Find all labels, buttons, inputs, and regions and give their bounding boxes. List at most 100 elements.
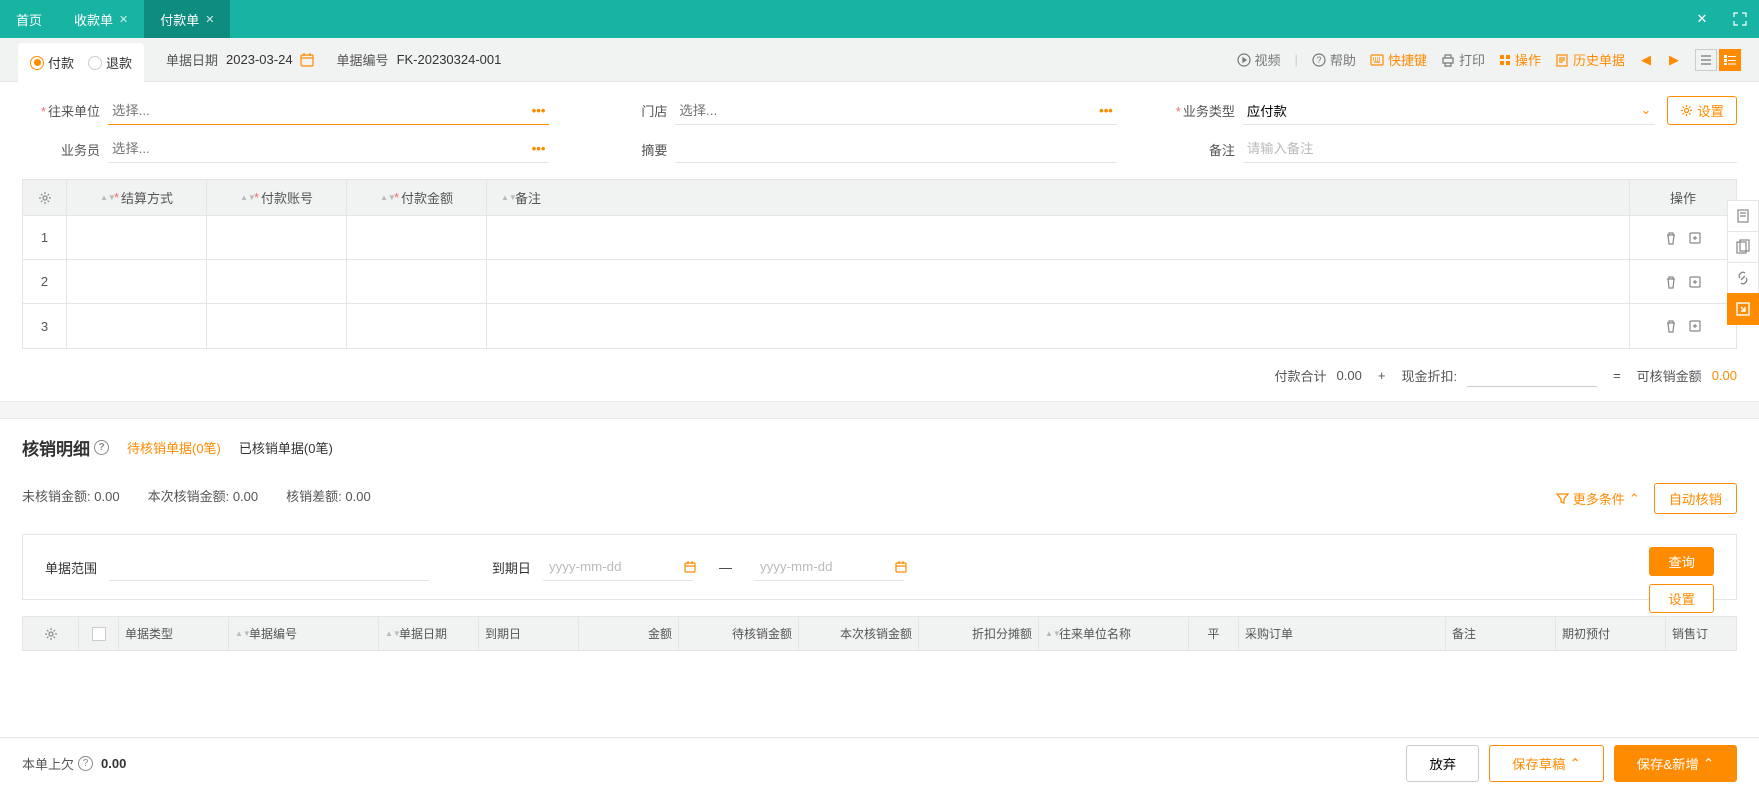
header-purchase-order[interactable]: 采购订单 xyxy=(1239,617,1446,650)
view-form-button[interactable] xyxy=(1719,49,1741,71)
select-all-checkbox[interactable] xyxy=(79,617,119,650)
biztype-input-wrap[interactable]: ⌄ xyxy=(1243,97,1656,125)
add-row-icon[interactable] xyxy=(1688,231,1702,245)
cell-note[interactable] xyxy=(487,216,1630,259)
discount-input[interactable] xyxy=(1467,363,1597,387)
tab-payment[interactable]: 付款单✕ xyxy=(144,0,230,38)
cell-note[interactable] xyxy=(487,260,1630,303)
header-partner-name[interactable]: ▲▼往来单位名称 xyxy=(1039,617,1189,650)
filter-settings-button[interactable]: 设置 xyxy=(1649,584,1714,613)
view-list-button[interactable] xyxy=(1695,49,1717,71)
header-pay-amount[interactable]: ▲▼*付款金额 xyxy=(347,180,487,215)
header-due-date[interactable]: 到期日 xyxy=(479,617,579,650)
help-icon[interactable]: ? xyxy=(78,756,93,771)
partner-input-wrap[interactable]: ••• xyxy=(108,97,549,125)
header-note[interactable]: ▲▼备注 xyxy=(487,180,1630,215)
header-doc-no[interactable]: ▲▼单据编号 xyxy=(229,617,379,650)
close-icon[interactable]: ✕ xyxy=(205,13,214,26)
table-row[interactable]: 1 xyxy=(23,216,1736,260)
date-value[interactable]: 2023-03-24 xyxy=(226,52,293,67)
delete-row-icon[interactable] xyxy=(1664,319,1678,333)
header-this-amount[interactable]: 本次核销金额 xyxy=(799,617,919,650)
ellipsis-icon[interactable]: ••• xyxy=(1095,103,1117,118)
header-sale-order[interactable]: 销售订 xyxy=(1666,617,1736,650)
delete-row-icon[interactable] xyxy=(1664,275,1678,289)
help-link[interactable]: ?帮助 xyxy=(1312,50,1356,69)
ellipsis-icon[interactable]: ••• xyxy=(528,141,550,156)
due-date-from-input[interactable] xyxy=(543,553,693,581)
add-row-icon[interactable] xyxy=(1688,275,1702,289)
tab-done-writeoff[interactable]: 已核销单据(0笔) xyxy=(239,438,333,457)
auto-writeoff-button[interactable]: 自动核销 xyxy=(1654,483,1737,514)
help-icon[interactable]: ? xyxy=(94,440,109,455)
cell-amount[interactable] xyxy=(347,260,487,303)
fullscreen-button[interactable] xyxy=(1721,0,1759,38)
cell-method[interactable] xyxy=(67,260,207,303)
store-input[interactable] xyxy=(675,97,1095,124)
tab-home[interactable]: 首页 xyxy=(0,0,58,38)
tab-receipt[interactable]: 收款单✕ xyxy=(58,0,144,38)
radio-payment[interactable]: 付款 xyxy=(30,53,74,72)
close-icon[interactable]: ✕ xyxy=(119,13,128,26)
ellipsis-icon[interactable]: ••• xyxy=(528,103,550,118)
header-note[interactable]: 备注 xyxy=(1446,617,1556,650)
prev-arrow-icon[interactable]: ◀ xyxy=(1639,52,1653,68)
grid-config-button[interactable] xyxy=(23,180,67,215)
header-doc-date[interactable]: ▲▼单据日期 xyxy=(379,617,479,650)
store-input-wrap[interactable]: ••• xyxy=(675,97,1116,125)
header-discount[interactable]: 折扣分摊额 xyxy=(919,617,1039,650)
more-conditions-toggle[interactable]: 更多条件⌃ xyxy=(1556,489,1640,508)
window-close-button[interactable]: ✕ xyxy=(1683,0,1721,38)
cell-account[interactable] xyxy=(207,260,347,303)
remark-input[interactable] xyxy=(1243,135,1737,163)
print-link[interactable]: 打印 xyxy=(1441,50,1485,69)
doc-range-select[interactable] xyxy=(109,553,429,581)
config-button[interactable]: 设置 xyxy=(1667,96,1737,125)
salesman-input[interactable] xyxy=(108,135,528,162)
dock-btn-2[interactable] xyxy=(1727,231,1759,263)
cell-account[interactable] xyxy=(207,216,347,259)
calendar-icon[interactable] xyxy=(683,560,697,574)
cell-account[interactable] xyxy=(207,304,347,348)
table-row[interactable]: 3 xyxy=(23,304,1736,348)
operate-link[interactable]: 操作 xyxy=(1499,50,1541,69)
due-date-to-input[interactable] xyxy=(754,553,904,581)
owe-value: 0.00 xyxy=(101,756,126,771)
header-pending-amount[interactable]: 待核销金额 xyxy=(679,617,799,650)
save-new-button[interactable]: 保存&新增⌃ xyxy=(1614,745,1737,782)
cell-method[interactable] xyxy=(67,216,207,259)
shortcut-link[interactable]: 快捷键 xyxy=(1370,50,1427,69)
cell-amount[interactable] xyxy=(347,216,487,259)
tab-pending-writeoff[interactable]: 待核销单据(0笔) xyxy=(127,438,221,457)
header-doc-type[interactable]: 单据类型 xyxy=(119,617,229,650)
table-row[interactable]: 2 xyxy=(23,260,1736,304)
header-amount[interactable]: 金额 xyxy=(579,617,679,650)
header-pay-account[interactable]: ▲▼*付款账号 xyxy=(207,180,347,215)
next-arrow-icon[interactable]: ▶ xyxy=(1667,52,1681,68)
radio-refund[interactable]: 退款 xyxy=(88,53,132,72)
biztype-input[interactable] xyxy=(1243,97,1637,124)
salesman-input-wrap[interactable]: ••• xyxy=(108,135,549,163)
summary-input[interactable] xyxy=(675,135,1116,163)
query-button[interactable]: 查询 xyxy=(1649,547,1714,576)
header-ping[interactable]: 平 xyxy=(1189,617,1239,650)
delete-row-icon[interactable] xyxy=(1664,231,1678,245)
calendar-icon[interactable] xyxy=(894,560,908,574)
cell-method[interactable] xyxy=(67,304,207,348)
cell-amount[interactable] xyxy=(347,304,487,348)
add-row-icon[interactable] xyxy=(1688,319,1702,333)
dock-btn-1[interactable] xyxy=(1727,200,1759,232)
dock-btn-link[interactable] xyxy=(1727,262,1759,294)
history-link[interactable]: 历史单据 xyxy=(1555,50,1625,69)
video-link[interactable]: 视频 xyxy=(1237,50,1281,69)
discard-button[interactable]: 放弃 xyxy=(1406,745,1479,782)
calendar-icon[interactable] xyxy=(299,52,315,68)
grid-config-button[interactable] xyxy=(23,617,79,650)
header-prepay[interactable]: 期初预付 xyxy=(1556,617,1666,650)
chevron-down-icon[interactable]: ⌄ xyxy=(1636,102,1655,118)
save-draft-button[interactable]: 保存草稿⌃ xyxy=(1489,745,1603,782)
partner-input[interactable] xyxy=(108,97,528,124)
cell-note[interactable] xyxy=(487,304,1630,348)
header-settle-method[interactable]: ▲▼*结算方式 xyxy=(67,180,207,215)
dock-btn-expand[interactable] xyxy=(1727,293,1759,325)
